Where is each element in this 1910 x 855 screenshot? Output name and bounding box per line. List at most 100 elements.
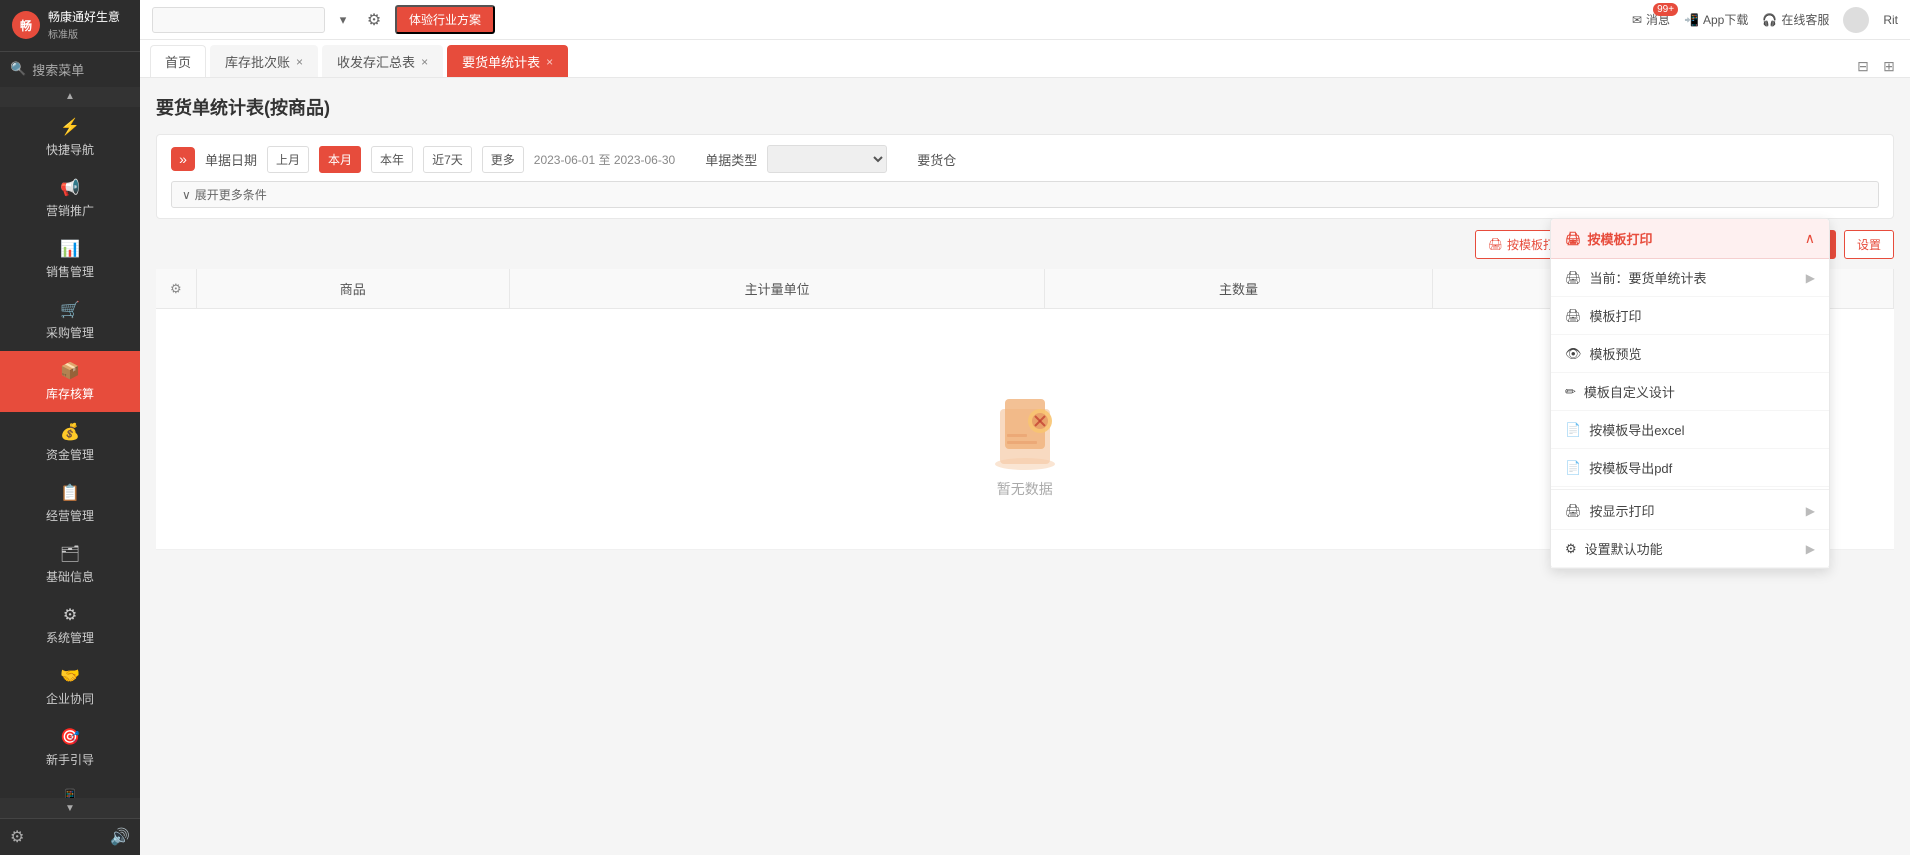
messages-badge: 99+ — [1653, 3, 1678, 16]
print-item-display-print[interactable]: 🖨 按显示打印 ▶ — [1551, 492, 1829, 530]
sidebar: 畅 畅康通好生意 标准版 🔍 搜索菜单 ▲ ⚡快捷导航📢营销推广 📊 销售管理 🛒采购… — [0, 0, 140, 855]
print-set-default-icon: ⚙ — [1565, 541, 1577, 557]
print-template-print-icon: 🖨 — [1565, 308, 1582, 324]
online-service-button[interactable]: 🎧 在线客服 — [1762, 11, 1829, 28]
category-filter-label: 要货仓 — [917, 150, 956, 169]
print-item-template-preview[interactable]: 👁 模板预览 — [1551, 335, 1829, 373]
sidebar-item-collab[interactable]: 🤝企业协同 — [0, 656, 140, 717]
sidebar-icon-quick-nav: ⚡ — [60, 117, 80, 137]
search-icon: 🔍 — [10, 61, 26, 77]
sidebar-item-operation[interactable]: 📋 经营管理 — [0, 473, 140, 534]
dropdown-separator — [1551, 489, 1829, 490]
tab-maximize-icon[interactable]: ⊞ — [1878, 55, 1900, 77]
table-col-unit: 主计量单位 — [509, 269, 1044, 309]
sidebar-item-newbie[interactable]: 🎯新手引导 — [0, 717, 140, 778]
sidebar-label-newbie: 新手引导 — [46, 751, 94, 768]
print-item-set-default[interactable]: ⚙ 设置默认功能 ▶ — [1551, 530, 1829, 568]
sidebar-item-purchase[interactable]: 🛒采购管理 — [0, 290, 140, 351]
print-template-design-label: 模板自定义设计 — [1584, 382, 1675, 401]
date-btn-prev-month[interactable]: 上月 — [267, 146, 309, 173]
topbar-settings-icon[interactable]: ⚙ — [361, 7, 387, 33]
print-item-export-pdf[interactable]: 📄 按模板导出pdf — [1551, 449, 1829, 487]
type-filter-select[interactable] — [767, 145, 887, 173]
app-download-button[interactable]: 📲 App下载 — [1684, 11, 1748, 28]
date-btn-this-month[interactable]: 本月 — [319, 146, 361, 173]
tab-minimize-icon[interactable]: ⊟ — [1852, 55, 1874, 77]
tab-order-stat[interactable]: 要货单统计表 × — [447, 45, 568, 77]
sidebar-search[interactable]: 🔍 搜索菜单 — [0, 52, 140, 87]
filter-expand-button[interactable]: » — [171, 147, 195, 171]
print-export-pdf-icon: 📄 — [1565, 460, 1581, 476]
print-item-current-label: 当前：要货单统计表 — [1590, 268, 1707, 287]
print-item-template-print[interactable]: 🖨 模板打印 — [1551, 297, 1829, 335]
sidebar-scroll-up[interactable]: ▲ — [0, 87, 140, 107]
sidebar-scroll-down[interactable]: ▼ — [0, 798, 140, 818]
sidebar-item-marketing[interactable]: 📢营销推广 — [0, 168, 140, 229]
empty-illustration — [975, 379, 1075, 479]
print-icon: 🖨 — [1488, 237, 1503, 251]
sidebar-label-sales: 销售管理 — [46, 263, 94, 280]
sidebar-item-inventory[interactable]: 📦库存核算 — [0, 351, 140, 412]
sidebar-item-system[interactable]: ⚙系统管理 — [0, 595, 140, 656]
settings-button[interactable]: 设置 — [1844, 230, 1894, 259]
print-dropdown-header: 🖨 按模板打印 ∧ — [1551, 219, 1829, 259]
sidebar-icon-operation: 📋 — [60, 483, 80, 503]
filter-row-1: » 单据日期 上月 本月 本年 近7天 更多 2023-06-01 至 2023… — [171, 145, 1879, 173]
settings-footer-icon[interactable]: ⚙ — [10, 827, 24, 847]
sidebar-label-system: 系统管理 — [46, 629, 94, 646]
print-item-template-design[interactable]: ✏ 模板自定义设计 — [1551, 373, 1829, 411]
table-settings-icon[interactable]: ⚙ — [170, 281, 182, 296]
print-dropdown-close[interactable]: ∧ — [1805, 230, 1815, 247]
logo-text: 畅康通好生意 — [48, 10, 120, 26]
tab-batch-close[interactable]: × — [296, 55, 303, 69]
download-icon: 📲 — [1684, 13, 1699, 27]
sidebar-item-appstore[interactable]: 📱应用中心 — [0, 778, 140, 798]
sidebar-item-sales[interactable]: 📊 销售管理 — [0, 229, 140, 290]
help-footer-icon[interactable]: 🔊 — [110, 827, 130, 847]
logo-badge: 标准版 — [48, 26, 120, 41]
sidebar-icon-finance: 💰 — [60, 422, 80, 442]
tab-batch[interactable]: 库存批次账 × — [210, 45, 318, 77]
set-default-arrow: ▶ — [1806, 542, 1815, 556]
date-btn-7days[interactable]: 近7天 — [423, 146, 472, 173]
tab-order-stat-close[interactable]: × — [546, 55, 553, 69]
expand-more-button[interactable]: ∨ 展开更多条件 — [171, 181, 1879, 208]
type-filter-label: 单据类型 — [705, 150, 757, 169]
table-col-quantity: 主数量 — [1045, 269, 1432, 309]
date-btn-more[interactable]: 更多 — [482, 146, 524, 173]
main-area: ▾ ⚙ 体验行业方案 ✉ 消息 99+ 📲 App下载 🎧 在线客服 Rit 首… — [140, 0, 1910, 855]
sidebar-logo: 畅 畅康通好生意 标准版 — [0, 0, 140, 52]
tab-resize-buttons: ⊟ ⊞ — [1852, 55, 1900, 77]
sidebar-icon-sales: 📊 — [60, 239, 80, 259]
sidebar-item-finance[interactable]: 💰 资金管理 — [0, 412, 140, 473]
sidebar-icon-purchase: 🛒 — [60, 300, 80, 320]
messages-button[interactable]: ✉ 消息 99+ — [1632, 11, 1670, 28]
date-btn-this-year[interactable]: 本年 — [371, 146, 413, 173]
topbar-search-input[interactable] — [152, 7, 325, 33]
tab-collect[interactable]: 收发存汇总表 × — [322, 45, 443, 77]
sidebar-label-basic: 基础信息 — [46, 568, 94, 585]
print-export-pdf-label: 按模板导出pdf — [1589, 458, 1672, 477]
print-export-excel-label: 按模板导出excel — [1589, 420, 1684, 439]
sidebar-label-operation: 经营管理 — [46, 507, 94, 524]
table-col-settings[interactable]: ⚙ — [156, 269, 196, 309]
sidebar-item-basic[interactable]: 🗂基础信息 — [0, 534, 140, 595]
topbar-promo-button[interactable]: 体验行业方案 — [395, 5, 495, 34]
print-dropdown: 🖨 按模板打印 ∧ 🖨 当前：要货单统计表 ▶ 🖨 模板打印 — [1550, 218, 1830, 569]
logo-icon: 畅 — [12, 11, 40, 39]
print-header-icon: 🖨 — [1565, 231, 1582, 247]
tab-collect-label: 收发存汇总表 — [337, 52, 415, 71]
sidebar-label-finance: 资金管理 — [46, 446, 94, 463]
sidebar-item-quick-nav[interactable]: ⚡快捷导航 — [0, 107, 140, 168]
service-icon: 🎧 — [1762, 13, 1777, 27]
tab-home[interactable]: 首页 — [150, 45, 206, 77]
topbar-dropdown-icon[interactable]: ▾ — [333, 7, 353, 33]
print-item-current[interactable]: 🖨 当前：要货单统计表 ▶ — [1551, 259, 1829, 297]
print-template-preview-label: 模板预览 — [1590, 344, 1642, 363]
tab-collect-close[interactable]: × — [421, 55, 428, 69]
topbar: ▾ ⚙ 体验行业方案 ✉ 消息 99+ 📲 App下载 🎧 在线客服 Rit — [140, 0, 1910, 40]
print-export-excel-icon: 📄 — [1565, 422, 1581, 438]
print-item-export-excel[interactable]: 📄 按模板导出excel — [1551, 411, 1829, 449]
user-avatar[interactable] — [1843, 7, 1869, 33]
print-item-current-arrow: ▶ — [1806, 271, 1815, 285]
